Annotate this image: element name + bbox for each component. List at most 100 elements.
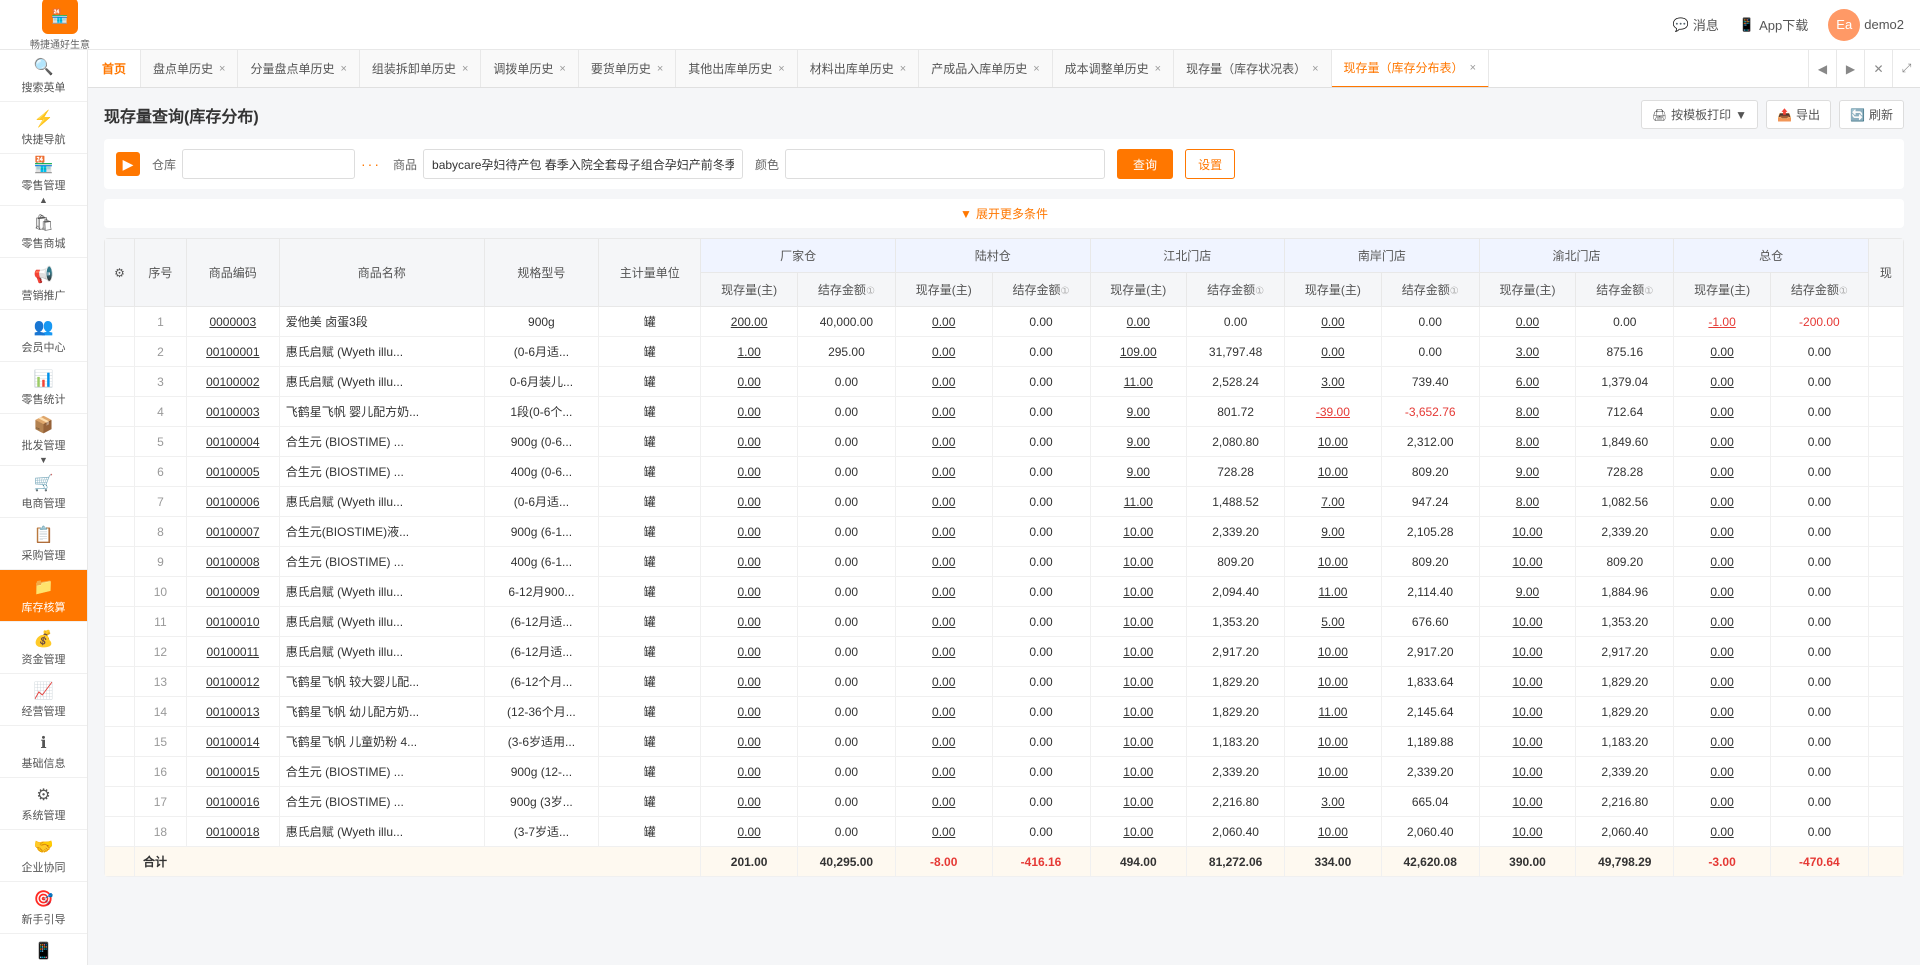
tab-close-4[interactable]: × [559,63,565,75]
cell-jiangbei-stock[interactable]: 10.00 [1090,637,1187,667]
cell-nanan-stock[interactable]: 10.00 [1285,817,1382,847]
filter-toggle-btn[interactable]: ▶ [116,152,140,176]
tab-6[interactable]: 其他出库单历史 × [676,50,797,88]
cell-zongcang-stock[interactable]: 0.00 [1674,487,1771,517]
cell-changjiacao-stock[interactable]: 0.00 [701,427,798,457]
cell-code[interactable]: 00100015 [186,757,279,787]
cell-jiangbei-stock[interactable]: 9.00 [1090,457,1187,487]
cell-code[interactable]: 00100003 [186,397,279,427]
cell-lucun-stock[interactable]: 0.00 [895,637,992,667]
cell-lucun-stock[interactable]: 0.00 [895,817,992,847]
setting-btn[interactable]: 设置 [1185,149,1235,179]
info-icon-6[interactable]: ① [1839,286,1848,297]
sidebar-item-operation[interactable]: 📈 经营管理 [0,674,87,726]
cell-nanan-stock[interactable]: 9.00 [1285,517,1382,547]
cell-jiangbei-stock[interactable]: 10.00 [1090,577,1187,607]
cell-zongcang-stock[interactable]: 0.00 [1674,787,1771,817]
cell-changjiacao-stock[interactable]: 0.00 [701,367,798,397]
cell-jiangbei-stock[interactable]: 0.00 [1090,307,1187,337]
sidebar-item-ecommerce[interactable]: 🛒 电商管理 [0,466,87,518]
cell-jiangbei-stock[interactable]: 10.00 [1090,517,1187,547]
cell-nanan-stock[interactable]: 7.00 [1285,487,1382,517]
cell-lucun-stock[interactable]: 0.00 [895,457,992,487]
cell-lucun-stock[interactable]: 0.00 [895,517,992,547]
cell-jiangbei-stock[interactable]: 11.00 [1090,367,1187,397]
cell-code[interactable]: 0000003 [186,307,279,337]
sidebar-item-inventory[interactable]: 📁 库存核算 [0,570,87,622]
cell-yubei-stock[interactable]: 10.00 [1479,607,1576,637]
cell-code[interactable]: 00100009 [186,577,279,607]
cell-nanan-stock[interactable]: 10.00 [1285,667,1382,697]
tab-close-2[interactable]: × [340,63,346,75]
cell-changjiacao-stock[interactable]: 0.00 [701,517,798,547]
cell-yubei-stock[interactable]: 10.00 [1479,727,1576,757]
tab-9[interactable]: 成本调整单历史 × [1053,50,1174,88]
cell-code[interactable]: 00100018 [186,817,279,847]
sidebar-item-marketing[interactable]: 📢 营销推广 [0,258,87,310]
cell-zongcang-stock[interactable]: 0.00 [1674,367,1771,397]
expand-more-btn[interactable]: ▼ 展开更多条件 [960,205,1048,222]
cell-changjiacao-stock[interactable]: 0.00 [701,787,798,817]
tab-close-1[interactable]: × [219,63,225,75]
sidebar-item-finance[interactable]: 💰 资金管理 [0,622,87,674]
cell-zongcang-stock[interactable]: 0.00 [1674,667,1771,697]
cell-lucun-stock[interactable]: 0.00 [895,337,992,367]
cell-code[interactable]: 00100005 [186,457,279,487]
cell-lucun-stock[interactable]: 0.00 [895,667,992,697]
cell-changjiacao-stock[interactable]: 0.00 [701,727,798,757]
sidebar-item-search[interactable]: 🔍 搜索英单 [0,50,87,102]
cell-yubei-stock[interactable]: 10.00 [1479,667,1576,697]
cell-lucun-stock[interactable]: 0.00 [895,547,992,577]
cell-code[interactable]: 00100016 [186,787,279,817]
cell-zongcang-stock[interactable]: 0.00 [1674,517,1771,547]
cell-yubei-stock[interactable]: 10.00 [1479,757,1576,787]
cell-yubei-stock[interactable]: 10.00 [1479,787,1576,817]
sidebar-item-retail-stats[interactable]: 📊 零售统计 [0,362,87,414]
tab-close-8[interactable]: × [1033,63,1039,75]
cell-jiangbei-stock[interactable]: 10.00 [1090,607,1187,637]
cell-nanan-stock[interactable]: 10.00 [1285,427,1382,457]
cell-code[interactable]: 00100008 [186,547,279,577]
cell-nanan-stock[interactable]: -39.00 [1285,397,1382,427]
cell-code[interactable]: 00100014 [186,727,279,757]
cell-zongcang-stock[interactable]: 0.00 [1674,757,1771,787]
sidebar-item-enterprise[interactable]: 🤝 企业协同 [0,830,87,882]
tab-1[interactable]: 盘点单历史 × [141,50,238,88]
cell-changjiacao-stock[interactable]: 0.00 [701,577,798,607]
cell-changjiacao-stock[interactable]: 0.00 [701,547,798,577]
warehouse-more-btn[interactable]: ··· [361,156,381,172]
cell-zongcang-stock[interactable]: 0.00 [1674,577,1771,607]
cell-jiangbei-stock[interactable]: 10.00 [1090,547,1187,577]
cell-nanan-stock[interactable]: 10.00 [1285,547,1382,577]
cell-jiangbei-stock[interactable]: 10.00 [1090,697,1187,727]
warehouse-input[interactable] [182,149,355,179]
sidebar-item-guide[interactable]: 🎯 新手引导 [0,882,87,934]
cell-yubei-stock[interactable]: 10.00 [1479,517,1576,547]
cell-lucun-stock[interactable]: 0.00 [895,757,992,787]
tab-close-5[interactable]: × [657,63,663,75]
cell-yubei-stock[interactable]: 8.00 [1479,487,1576,517]
cell-changjiacao-stock[interactable]: 200.00 [701,307,798,337]
query-btn[interactable]: 查询 [1117,149,1173,179]
export-btn[interactable]: 📤 导出 [1766,100,1831,129]
sidebar-item-purchase[interactable]: 📋 采购管理 [0,518,87,570]
info-icon-3[interactable]: ① [1255,286,1264,297]
cell-zongcang-stock[interactable]: 0.00 [1674,607,1771,637]
nav-next-btn[interactable]: ▶ [1836,50,1864,88]
tab-close-6[interactable]: × [778,63,784,75]
cell-zongcang-stock[interactable]: 0.00 [1674,457,1771,487]
cell-zongcang-stock[interactable]: 0.00 [1674,337,1771,367]
message-btn[interactable]: 💬 消息 [1673,15,1719,34]
cell-lucun-stock[interactable]: 0.00 [895,427,992,457]
tab-3[interactable]: 组装拆卸单历史 × [360,50,481,88]
cell-lucun-stock[interactable]: 0.00 [895,397,992,427]
cell-lucun-stock[interactable]: 0.00 [895,607,992,637]
cell-jiangbei-stock[interactable]: 9.00 [1090,427,1187,457]
cell-yubei-stock[interactable]: 10.00 [1479,697,1576,727]
cell-lucun-stock[interactable]: 0.00 [895,577,992,607]
cell-zongcang-stock[interactable]: 0.00 [1674,397,1771,427]
cell-yubei-stock[interactable]: 9.00 [1479,577,1576,607]
info-icon-2[interactable]: ① [1061,286,1070,297]
cell-zongcang-stock[interactable]: 0.00 [1674,637,1771,667]
cell-changjiacao-stock[interactable]: 1.00 [701,337,798,367]
